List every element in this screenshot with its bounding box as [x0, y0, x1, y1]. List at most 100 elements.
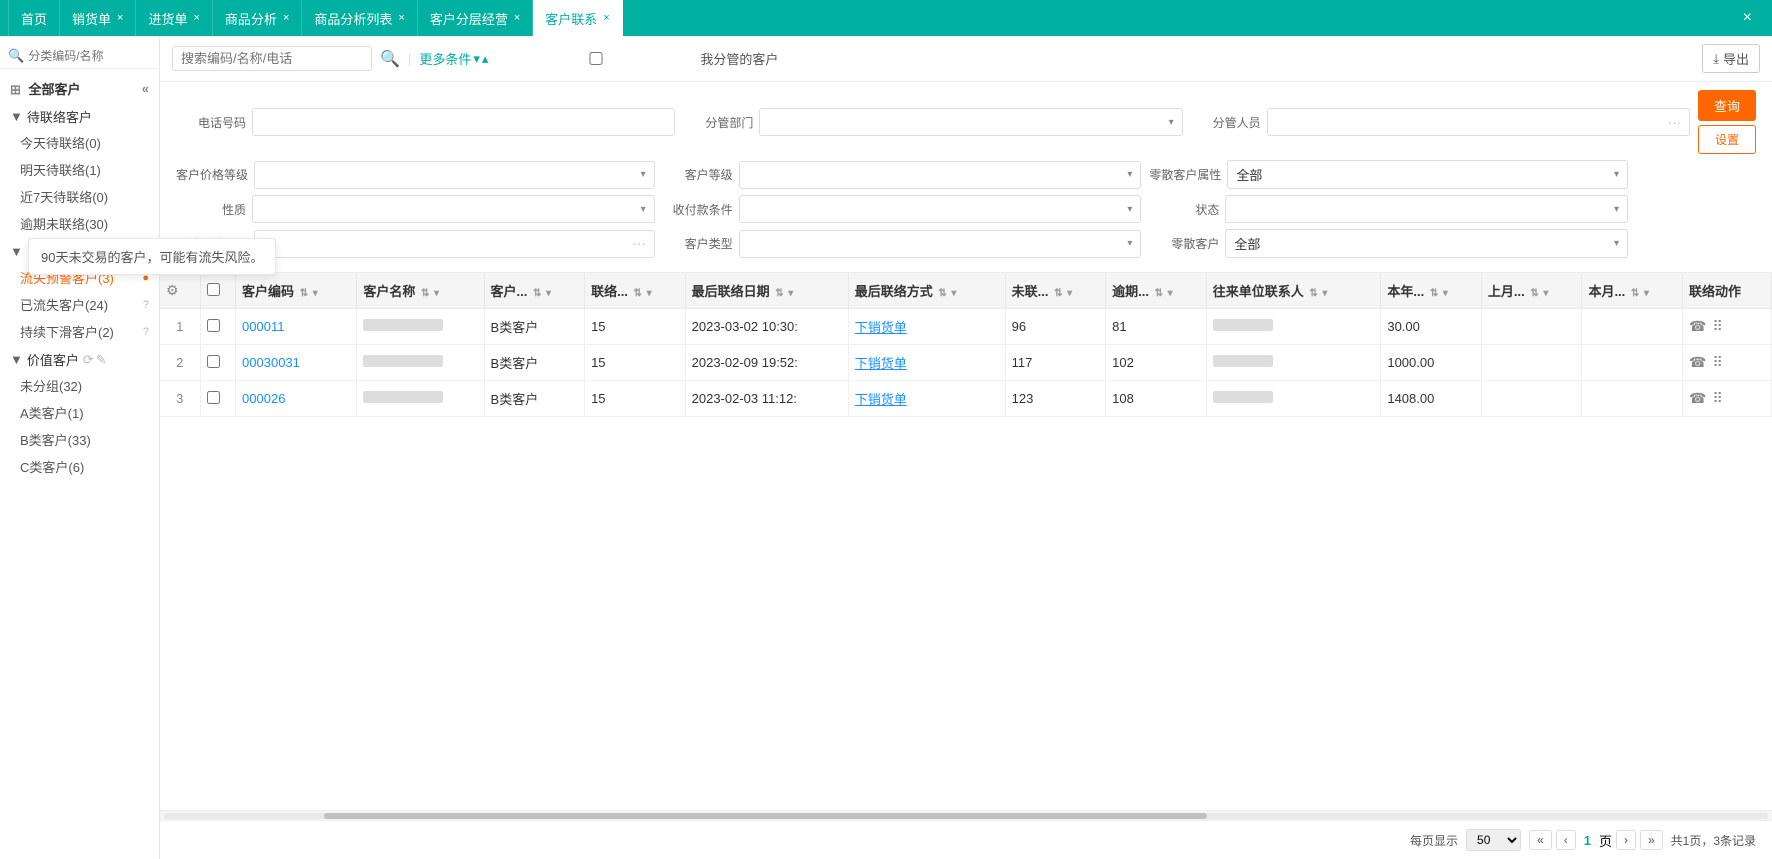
last-page-button[interactable]: » — [1640, 830, 1663, 850]
unlink-sort-icon[interactable]: ⇅ — [1054, 288, 1062, 299]
sidebar-search-icon[interactable]: 🔍 — [8, 48, 24, 64]
scrollbar-thumb[interactable] — [324, 813, 1206, 819]
sidebar-item-tomorrow[interactable]: 明天待联络(1) — [0, 156, 159, 183]
last-method-link-2[interactable]: 下销货单 — [855, 392, 907, 407]
close-analysis-tab[interactable]: × — [283, 12, 289, 24]
close-customer-tier-tab[interactable]: × — [514, 12, 520, 24]
phone-input[interactable] — [252, 108, 675, 136]
nav-tab-home[interactable]: 首页 — [8, 0, 60, 36]
sidebar-item-7days[interactable]: 近7天待联络(0) — [0, 183, 159, 210]
name-filter-icon[interactable]: ▾ — [434, 288, 439, 299]
customer-code-link-2[interactable]: 000026 — [242, 391, 285, 406]
contact-sort-icon[interactable]: ⇅ — [634, 288, 642, 299]
customer-type-select[interactable]: ▾ — [739, 230, 1142, 258]
action-more-icon-1[interactable]: ⠿ — [1712, 354, 1722, 371]
contact-filter-icon[interactable]: ▾ — [647, 288, 652, 299]
this-month-filter-icon[interactable]: ▾ — [1644, 288, 1649, 299]
next-page-button[interactable]: › — [1616, 830, 1636, 850]
last-method-link-1[interactable]: 下销货单 — [855, 356, 907, 371]
action-chat-icon-0[interactable]: ☎ — [1689, 318, 1706, 335]
action-chat-icon-1[interactable]: ☎ — [1689, 354, 1706, 371]
sidebar-group-pending[interactable]: ▼ 待联络客户 — [0, 102, 159, 129]
overdue-sort-icon[interactable]: ⇅ — [1155, 288, 1163, 299]
action-more-icon-2[interactable]: ⠿ — [1712, 390, 1722, 407]
sidebar-group-value[interactable]: ▼ 价值客户 ⟳ ✎ — [0, 345, 159, 372]
nav-tab-customer-contact[interactable]: 客户联系 × — [533, 0, 622, 36]
payment-select[interactable]: ▾ — [739, 195, 1142, 223]
my-customers-checkbox[interactable] — [496, 52, 696, 65]
filter-search-button[interactable]: 🔍 — [380, 49, 400, 69]
last-month-filter-icon[interactable]: ▾ — [1543, 288, 1548, 299]
contact-person-filter-icon[interactable]: ▾ — [1322, 288, 1327, 299]
last-date-sort-icon[interactable]: ⇅ — [775, 288, 783, 299]
nav-tab-sales[interactable]: 销货单 × — [60, 0, 136, 36]
row-select-checkbox-0[interactable] — [207, 319, 220, 332]
window-close-button[interactable]: × — [1731, 9, 1764, 27]
last-month-sort-icon[interactable]: ⇅ — [1530, 288, 1538, 299]
query-button[interactable]: 查询 — [1698, 90, 1756, 121]
page-size-select[interactable]: 50 20 100 — [1466, 829, 1521, 851]
select-all-checkbox[interactable] — [207, 283, 220, 296]
column-settings-button[interactable]: ⚙ — [166, 282, 179, 299]
action-more-icon-0[interactable]: ⠿ — [1712, 318, 1722, 335]
action-chat-icon-2[interactable]: ☎ — [1689, 390, 1706, 407]
nav-tab-customer-tier[interactable]: 客户分层经营 × — [418, 0, 533, 36]
sidebar-item-ungrouped[interactable]: 未分组(32) — [0, 372, 159, 399]
last-method-link-0[interactable]: 下销货单 — [855, 320, 907, 335]
nav-tab-analysis[interactable]: 商品分析 × — [213, 0, 302, 36]
contact-person-sort-icon[interactable]: ⇅ — [1309, 288, 1317, 299]
type-filter-icon[interactable]: ▾ — [546, 288, 551, 299]
first-page-button[interactable]: « — [1529, 830, 1552, 850]
edit-icon-value[interactable]: ✎ — [96, 352, 107, 368]
close-customer-contact-tab[interactable]: × — [603, 12, 609, 24]
scattered-attr-select[interactable]: 全部 ▾ — [1227, 160, 1628, 189]
export-button[interactable]: ⤓ 导出 — [1702, 44, 1760, 73]
prev-page-button[interactable]: ‹ — [1556, 830, 1576, 850]
sidebar-item-declining[interactable]: 持续下滑客户(2) ? — [0, 318, 159, 345]
overdue-filter-icon[interactable]: ▾ — [1168, 288, 1173, 299]
close-purchase-tab[interactable]: × — [193, 12, 199, 24]
last-method-filter-icon[interactable]: ▾ — [951, 288, 956, 299]
code-filter-icon[interactable]: ▾ — [313, 288, 318, 299]
search-input[interactable] — [172, 46, 372, 71]
close-analysis-list-tab[interactable]: × — [398, 12, 404, 24]
horizontal-scrollbar[interactable] — [160, 810, 1772, 820]
row-select-checkbox-2[interactable] — [207, 391, 220, 404]
code-sort-icon[interactable]: ⇅ — [300, 288, 308, 299]
more-conditions-button[interactable]: 更多条件 ▾ ▴ — [419, 49, 488, 68]
sidebar-item-class-c[interactable]: C类客户(6) — [0, 453, 159, 480]
settings-button[interactable]: 设置 — [1698, 125, 1756, 154]
status-select[interactable]: ▾ — [1225, 195, 1628, 223]
sidebar-all-customers[interactable]: ⊞ 全部客户 « — [0, 75, 159, 102]
manager-more-dots[interactable]: ··· — [1668, 115, 1681, 130]
last-method-sort-icon[interactable]: ⇅ — [938, 288, 946, 299]
name-sort-icon[interactable]: ⇅ — [421, 288, 429, 299]
help-icon-declining[interactable]: ? — [143, 326, 149, 338]
this-year-sort-icon[interactable]: ⇅ — [1430, 288, 1438, 299]
nav-tab-analysis-list[interactable]: 商品分析列表 × — [302, 0, 417, 36]
close-sales-tab[interactable]: × — [117, 12, 123, 24]
customer-code-link-0[interactable]: 000011 — [242, 319, 284, 334]
scattered-select[interactable]: 全部 ▾ — [1225, 229, 1628, 258]
sidebar-search-input[interactable] — [28, 49, 151, 63]
sidebar-item-overdue[interactable]: 逾期未联络(30) — [0, 210, 159, 237]
region-select[interactable]: ··· — [254, 230, 655, 258]
last-date-filter-icon[interactable]: ▾ — [788, 288, 793, 299]
nav-tab-purchase[interactable]: 进货单 × — [136, 0, 212, 36]
row-select-checkbox-1[interactable] — [207, 355, 220, 368]
this-year-filter-icon[interactable]: ▾ — [1443, 288, 1448, 299]
region-more-dots[interactable]: ··· — [633, 236, 646, 251]
this-month-sort-icon[interactable]: ⇅ — [1631, 288, 1639, 299]
help-icon-churned[interactable]: ? — [143, 299, 149, 311]
sidebar-collapse-icon[interactable]: « — [142, 81, 149, 96]
manager-select[interactable]: ··· — [1267, 108, 1690, 136]
nature-select[interactable]: ▾ — [252, 195, 655, 223]
customer-tier-select[interactable]: ▾ — [739, 161, 1142, 189]
sidebar-item-class-a[interactable]: A类客户(1) — [0, 399, 159, 426]
sidebar-item-today[interactable]: 今天待联络(0) — [0, 129, 159, 156]
price-tier-select[interactable]: ▾ — [254, 161, 655, 189]
type-sort-icon[interactable]: ⇅ — [533, 288, 541, 299]
sidebar-item-churned[interactable]: 已流失客户(24) ? — [0, 291, 159, 318]
unlink-filter-icon[interactable]: ▾ — [1067, 288, 1072, 299]
customer-code-link-1[interactable]: 00030031 — [242, 355, 300, 370]
